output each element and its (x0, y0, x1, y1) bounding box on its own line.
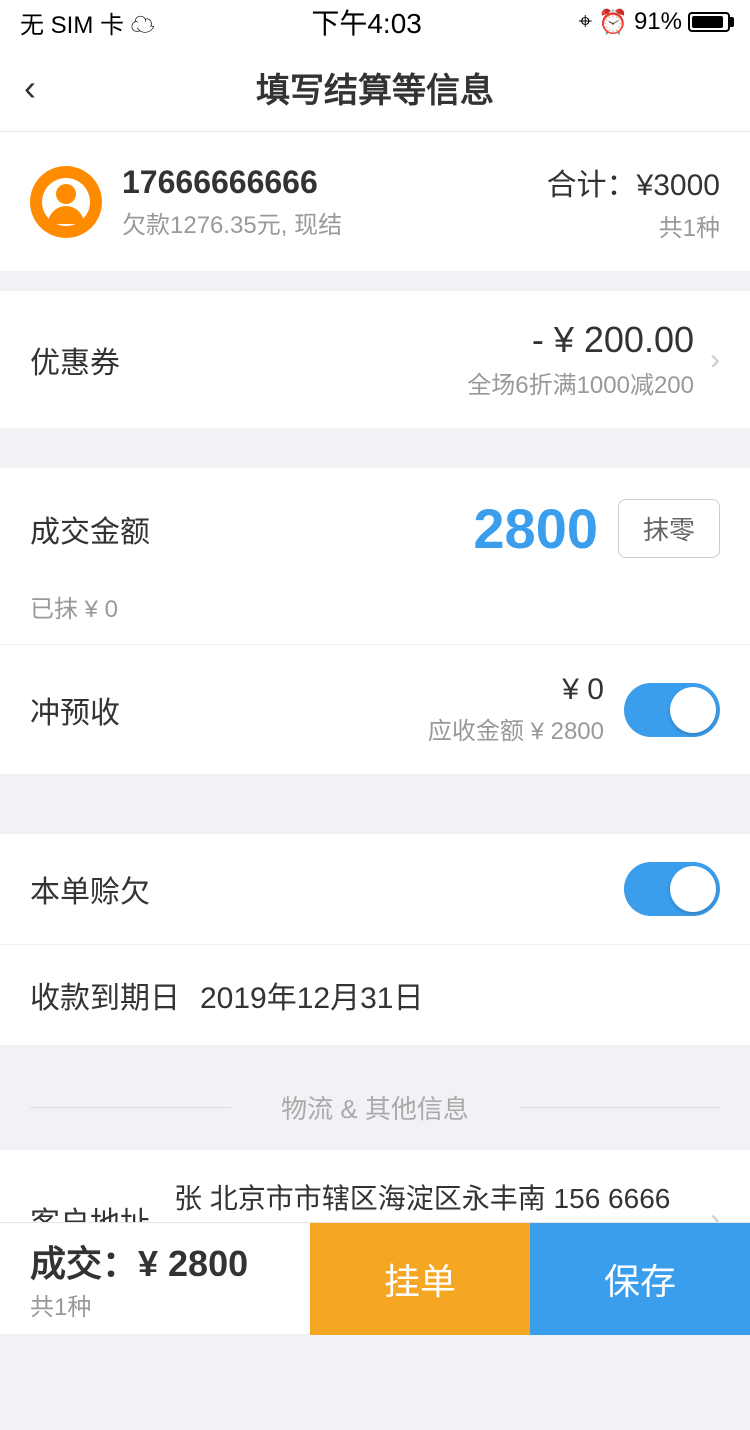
total-amount: 合计：¥3000 (547, 160, 720, 204)
coupon-label: 优惠券 (30, 338, 120, 382)
alarm-icon: ⏰ (598, 8, 628, 37)
deal-right: 2800 抹零 (473, 496, 720, 561)
due-date-value: 2019年12月31日 (200, 973, 423, 1017)
deal-amount-value: 2800 (473, 496, 598, 561)
avatar (30, 166, 102, 238)
section-divider-2 (0, 794, 750, 814)
charge-right: ¥ 0 应收金额 ¥ 2800 (428, 673, 720, 746)
charge-value: ¥ 0 (428, 673, 604, 707)
pending-button[interactable]: 挂单 (310, 1223, 530, 1335)
status-time: 下午4:03 (311, 2, 422, 42)
deal-amount-section: 成交金额 2800 抹零 已抹 ¥ 0 冲预收 ¥ 0 应收金额 ¥ 2800 (0, 468, 750, 774)
customer-total: 合计：¥3000 共1种 (547, 160, 720, 243)
nav-bar: ‹ 填写结算等信息 (0, 44, 750, 132)
status-left: 无 SIM 卡 ☁ (20, 5, 155, 40)
customer-details: 17666666666 欠款1276.35元, 现结 (122, 164, 342, 240)
charge-sub-text: 应收金额 ¥ 2800 (428, 711, 604, 746)
bottom-bar: 成交：¥ 2800 共1种 挂单 保存 (0, 1222, 750, 1334)
status-right: ⌖ ⏰ 91% (579, 8, 730, 37)
customer-phone: 17666666666 (122, 164, 342, 201)
debt-label: 本单赊欠 (30, 867, 150, 911)
customer-debt: 欠款1276.35元, 现结 (122, 205, 342, 240)
deal-amount-row: 成交金额 2800 抹零 (0, 468, 750, 589)
debt-row: 本单赊欠 (0, 834, 750, 944)
sim-label: 无 SIM 卡 ☁ (20, 5, 155, 40)
coupon-info: - ¥ 200.00 全场6折满1000减200 (467, 319, 694, 400)
section-divider-1 (0, 448, 750, 468)
page-title: 填写结算等信息 (256, 63, 494, 112)
coupon-row[interactable]: 优惠券 - ¥ 200.00 全场6折满1000减200 › (0, 291, 750, 428)
status-bar: 无 SIM 卡 ☁ 下午4:03 ⌖ ⏰ 91% (0, 0, 750, 44)
deal-sub-text: 已抹 ¥ 0 (0, 589, 750, 644)
round-button[interactable]: 抹零 (618, 499, 720, 558)
charge-label: 冲预收 (30, 688, 120, 732)
customer-left: 17666666666 欠款1276.35元, 现结 (30, 164, 342, 240)
location-icon: ⌖ (579, 8, 593, 36)
bottom-summary: 成交：¥ 2800 共1种 (0, 1235, 310, 1322)
due-date-label: 收款到期日 (30, 973, 180, 1017)
total-count: 共1种 (547, 208, 720, 243)
debt-toggle-knob (670, 866, 716, 912)
charge-row: 冲预收 ¥ 0 应收金额 ¥ 2800 (0, 644, 750, 774)
charge-amount: ¥ 0 应收金额 ¥ 2800 (428, 673, 604, 746)
logistics-label: 物流 & 其他信息 (281, 1089, 469, 1126)
toggle-knob (670, 687, 716, 733)
bottom-deal-label: 成交： (30, 1243, 138, 1284)
due-date-row: 收款到期日 2019年12月31日 (0, 944, 750, 1045)
customer-info-row: 17666666666 欠款1276.35元, 现结 合计：¥3000 共1种 (0, 132, 750, 271)
coupon-right: - ¥ 200.00 全场6折满1000减200 › (467, 319, 720, 400)
logistics-divider: 物流 & 其他信息 (0, 1065, 750, 1150)
chevron-right-icon: › (710, 343, 720, 377)
debt-toggle[interactable] (624, 862, 720, 916)
debt-section: 本单赊欠 收款到期日 2019年12月31日 (0, 834, 750, 1045)
deal-amount-label: 成交金额 (30, 507, 150, 551)
battery-icon (688, 12, 730, 32)
bottom-deal-line: 成交：¥ 2800 (30, 1235, 280, 1287)
bottom-deal-value: ¥ 2800 (138, 1243, 248, 1284)
battery-level: 91% (634, 8, 682, 36)
coupon-description: 全场6折满1000减200 (467, 365, 694, 400)
charge-toggle[interactable] (624, 683, 720, 737)
bottom-count: 共1种 (30, 1287, 280, 1322)
coupon-discount: - ¥ 200.00 (467, 319, 694, 361)
back-button[interactable]: ‹ (24, 67, 36, 109)
save-button[interactable]: 保存 (530, 1223, 750, 1335)
